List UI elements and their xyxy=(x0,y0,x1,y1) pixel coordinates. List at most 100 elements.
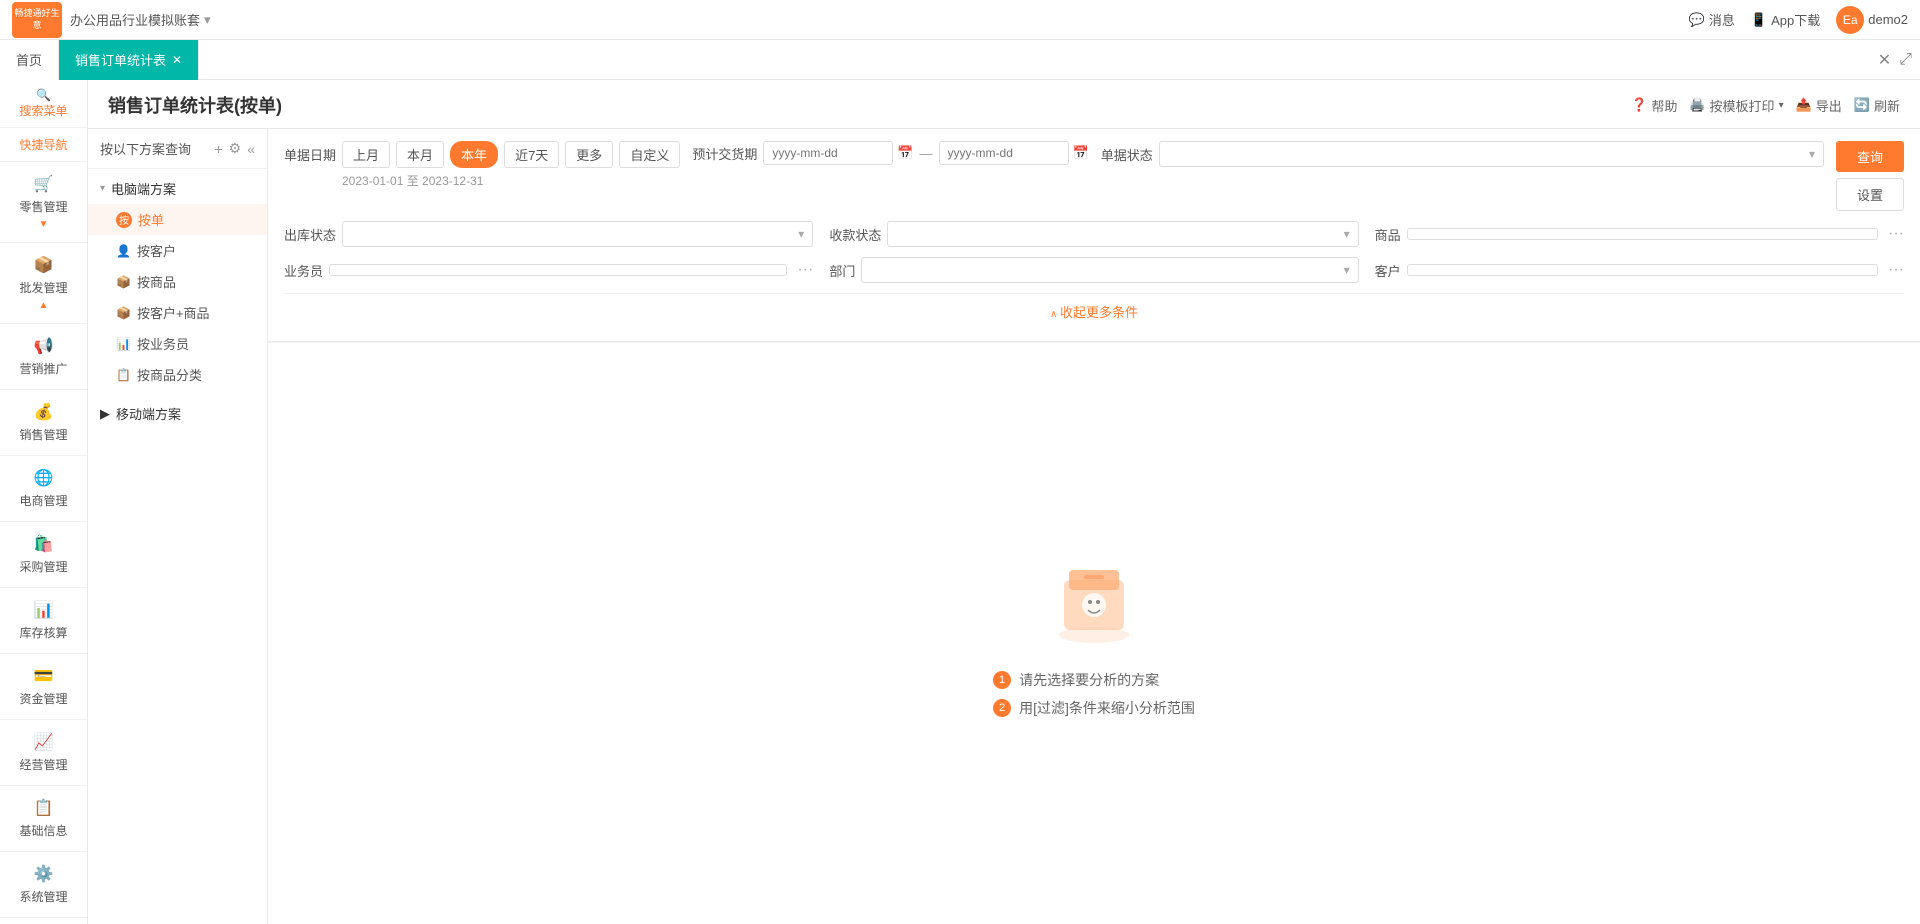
scheme-collapse-btn[interactable]: « xyxy=(247,141,255,157)
operations-icon: 📈 xyxy=(34,732,54,752)
scheme-panel-header: 按以下方案查询 + ⚙ « xyxy=(88,129,267,169)
export-icon: 📤 xyxy=(1796,97,1812,113)
date-this-year-btn[interactable]: 本年 xyxy=(450,141,498,168)
help-btn[interactable]: ❓ 帮助 xyxy=(1631,96,1677,115)
basic-icon: 📋 xyxy=(34,798,54,818)
collapse-icon: ∧ xyxy=(1050,309,1060,320)
department-label: 部门 xyxy=(829,261,855,280)
scheme-by-order[interactable]: 按 按单 xyxy=(88,204,267,235)
message-btn[interactable]: 💬 消息 xyxy=(1689,10,1735,29)
department-select[interactable]: ▾ xyxy=(861,257,1358,283)
user-menu[interactable]: Ea demo2 xyxy=(1836,6,1908,34)
scheme-by-customer-product[interactable]: 📦 按客户+商品 xyxy=(88,297,267,328)
date-range-text: 2023-01-01 至 2023-12-31 xyxy=(284,172,680,189)
customer-input[interactable] xyxy=(1407,264,1878,276)
sidebar-item-ecommerce[interactable]: 🌐 电商管理 xyxy=(0,456,87,522)
scheme-by-order-icon: 按 xyxy=(116,212,132,228)
marketing-icon: 📢 xyxy=(34,336,54,356)
scheme-by-customer[interactable]: 👤 按客户 xyxy=(88,235,267,266)
sidebar-item-collab[interactable]: 🤝 企业协同 xyxy=(0,918,87,924)
filter-area: 单据日期 上月 本月 本年 近7天 更多 自定义 2023-01-01 至 20… xyxy=(268,129,1920,342)
page-header-actions: ❓ 帮助 🖨️ 按模板打印 ▾ 📤 导出 🔄 刷新 xyxy=(1631,96,1900,115)
sidebar-quick-nav[interactable]: 快捷导航 xyxy=(0,128,87,162)
ship-chevron-icon: ▾ xyxy=(798,227,804,241)
sidebar-item-sales[interactable]: 💰 销售管理 xyxy=(0,390,87,456)
topbar-right: 💬 消息 📱 App下载 Ea demo2 xyxy=(1689,6,1908,34)
salesperson-more-icon[interactable]: ··· xyxy=(797,261,813,279)
body-layout: 按以下方案查询 + ⚙ « ▾ 电脑端方案 按 按单 xyxy=(88,129,1920,924)
expand-window-btn[interactable]: ⤢ xyxy=(1899,51,1912,69)
sidebar-item-operations[interactable]: 📈 经营管理 xyxy=(0,720,87,786)
sidebar-item-basic[interactable]: 📋 基础信息 xyxy=(0,786,87,852)
purchase-icon: 🛍️ xyxy=(34,534,54,554)
export-btn[interactable]: 📤 导出 xyxy=(1796,96,1842,115)
sidebar-item-purchase[interactable]: 🛍️ 采购管理 xyxy=(0,522,87,588)
by-product-icon: 📦 xyxy=(116,275,131,289)
status-chevron-icon: ▾ xyxy=(1809,147,1815,161)
sidebar-item-marketing[interactable]: 📢 营销推广 xyxy=(0,324,87,390)
payment-status-label: 收款状态 xyxy=(829,225,881,244)
goods-input[interactable] xyxy=(1407,228,1878,240)
refresh-icon: 🔄 xyxy=(1854,97,1870,113)
date-start-calendar-icon[interactable]: 📅 xyxy=(897,145,913,161)
pc-scheme-section: ▾ 电脑端方案 按 按单 👤 按客户 📦 按商品 xyxy=(88,169,267,394)
empty-tip-2: 2 用[过滤]条件来缩小分析范围 xyxy=(993,698,1195,718)
payment-chevron-icon: ▾ xyxy=(1344,227,1350,241)
expected-date-end-input[interactable] xyxy=(939,141,1069,165)
date-label: 单据日期 xyxy=(284,145,336,164)
empty-illustration xyxy=(1034,550,1154,650)
collapse-btn[interactable]: ∧ 收起更多条件 xyxy=(284,293,1904,329)
app-icon: 📱 xyxy=(1751,12,1767,28)
app-download-btn[interactable]: 📱 App下载 xyxy=(1751,10,1820,29)
tab-close-icon[interactable]: ✕ xyxy=(172,53,182,67)
pc-scheme-section-title[interactable]: ▾ 电脑端方案 xyxy=(88,173,267,204)
by-category-icon: 📋 xyxy=(116,368,131,382)
action-buttons: 查询 设置 xyxy=(1836,141,1904,211)
date-this-month-btn[interactable]: 本月 xyxy=(396,141,444,168)
sidebar-search[interactable]: 🔍 搜索菜单 xyxy=(0,80,87,128)
expected-date-start-input[interactable] xyxy=(763,141,893,165)
date-last-month-btn[interactable]: 上月 xyxy=(342,141,390,168)
query-btn[interactable]: 查询 xyxy=(1836,141,1904,172)
salesperson-label: 业务员 xyxy=(284,261,323,280)
status-select[interactable]: ▾ xyxy=(1159,141,1824,167)
workspace-selector[interactable]: 办公用品行业模拟账套 ▾ xyxy=(70,10,211,29)
date-separator: — xyxy=(920,146,933,161)
sidebar-item-finance[interactable]: 💳 资金管理 xyxy=(0,654,87,720)
filter-results: 单据日期 上月 本月 本年 近7天 更多 自定义 2023-01-01 至 20… xyxy=(268,129,1920,924)
salesperson-input[interactable] xyxy=(329,264,787,276)
payment-status-select[interactable]: ▾ xyxy=(887,221,1358,247)
content-area: 销售订单统计表(按单) ❓ 帮助 🖨️ 按模板打印 ▾ 📤 导出 🔄 刷新 xyxy=(88,80,1920,924)
date-last7-btn[interactable]: 近7天 xyxy=(504,141,559,168)
sidebar-item-system[interactable]: ⚙️ 系统管理 xyxy=(0,852,87,918)
print-btn[interactable]: 🖨️ 按模板打印 ▾ xyxy=(1689,96,1783,115)
scheme-by-category[interactable]: 📋 按商品分类 xyxy=(88,359,267,390)
refresh-btn[interactable]: 🔄 刷新 xyxy=(1854,96,1900,115)
inventory-icon: 📊 xyxy=(34,600,54,620)
ship-status-select[interactable]: ▾ xyxy=(342,221,813,247)
scheme-by-salesperson[interactable]: 📊 按业务员 xyxy=(88,328,267,359)
add-scheme-btn[interactable]: + xyxy=(214,141,222,157)
settings-btn[interactable]: 设置 xyxy=(1836,178,1904,211)
close-window-btn[interactable]: ✕ xyxy=(1878,50,1891,70)
customer-more-icon[interactable]: ··· xyxy=(1888,261,1904,279)
tab-sales-stats[interactable]: 销售订单统计表 ✕ xyxy=(59,40,199,80)
date-more-btn[interactable]: 更多 xyxy=(565,141,613,168)
date-custom-btn[interactable]: 自定义 xyxy=(619,141,680,168)
scheme-by-product[interactable]: 📦 按商品 xyxy=(88,266,267,297)
dept-chevron-icon: ▾ xyxy=(1344,263,1350,277)
empty-tip-1: 1 请先选择要分析的方案 xyxy=(993,670,1195,690)
mobile-scheme-section: ▶ 移动端方案 xyxy=(88,398,267,429)
tab-home[interactable]: 首页 xyxy=(0,40,59,80)
sidebar-item-inventory[interactable]: 📊 库存核算 xyxy=(0,588,87,654)
scheme-settings-btn[interactable]: ⚙ xyxy=(229,140,242,157)
empty-state: 1 请先选择要分析的方案 2 用[过滤]条件来缩小分析范围 xyxy=(268,343,1920,924)
mobile-scheme-section-title[interactable]: ▶ 移动端方案 xyxy=(88,398,267,429)
logo: 畅捷通好生意 xyxy=(12,2,62,38)
goods-more-icon[interactable]: ··· xyxy=(1888,225,1904,243)
sidebar: 🔍 搜索菜单 快捷导航 🛒 零售管理 ▼ 📦 批发管理 ▲ 📢 营销推广 💰 销… xyxy=(0,80,88,924)
sidebar-item-wholesale[interactable]: 📦 批发管理 ▲ xyxy=(0,243,87,324)
scheme-panel-icons: + ⚙ « xyxy=(214,140,255,157)
date-end-calendar-icon[interactable]: 📅 xyxy=(1073,145,1089,161)
sidebar-item-retail[interactable]: 🛒 零售管理 ▼ xyxy=(0,162,87,243)
